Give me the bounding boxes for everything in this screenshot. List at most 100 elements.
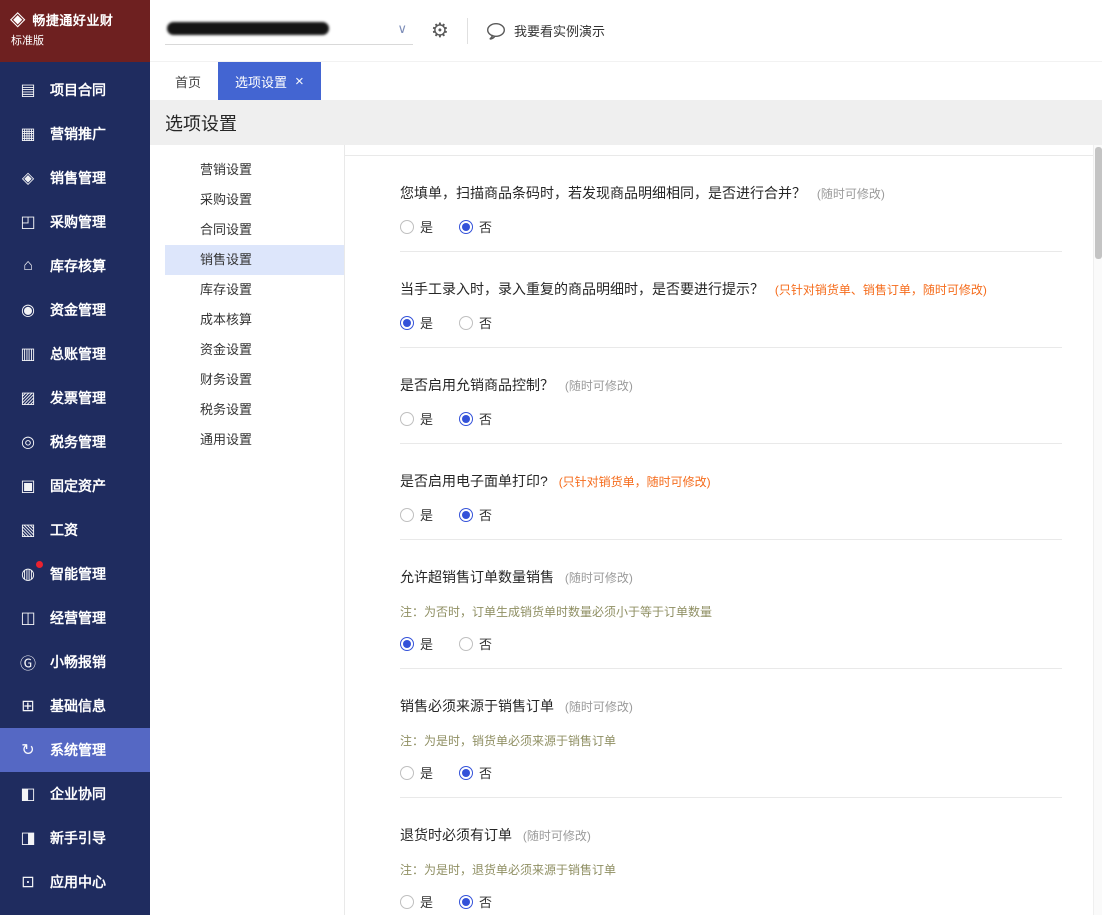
radio-no[interactable]: 否: [459, 634, 492, 653]
sidebar-item-inventory-accounting[interactable]: ⌂ 库存核算: [0, 244, 150, 288]
radio-no-circle[interactable]: [459, 219, 474, 234]
option-radio-group: 是 否: [400, 217, 1062, 236]
sidebar-item-xiaochang-expense[interactable]: Ⓖ 小畅报销: [0, 640, 150, 684]
radio-yes[interactable]: 是: [400, 313, 433, 332]
option-question: 您填单，扫描商品条码时，若发现商品明细相同，是否进行合并？: [400, 185, 806, 201]
settings-nav-item-marketing-settings[interactable]: 营销设置: [165, 155, 344, 185]
radio-yes-circle[interactable]: [400, 894, 414, 909]
option-question: 退货时必须有订单: [400, 827, 512, 843]
settings-nav-item-fund-settings[interactable]: 资金设置: [165, 335, 344, 365]
settings-nav-item-inventory-settings[interactable]: 库存设置: [165, 275, 344, 305]
sidebar-item-tax-management[interactable]: ◎ 税务管理: [0, 420, 150, 464]
option-hint: (只针对销货单，随时可修改): [558, 475, 711, 489]
sidebar-item-project-contract[interactable]: ▤ 项目合同: [0, 68, 150, 112]
tab-home[interactable]: 首页: [158, 62, 218, 100]
radio-yes-circle[interactable]: [400, 315, 414, 330]
sidebar-item-system-management[interactable]: ↻ 系统管理: [0, 728, 150, 772]
radio-yes[interactable]: 是: [400, 505, 433, 524]
sidebar-item-app-center[interactable]: ⊡ 应用中心: [0, 860, 150, 904]
sidebar-item-payroll[interactable]: ▧ 工资: [0, 508, 150, 552]
main-area: ∨ ⚙ 我要看实例演示 首页 选项设置 × 选项设置 营销设置 采购设置 合同设…: [150, 0, 1102, 915]
sidebar-item-sales-management[interactable]: ◈ 销售管理: [0, 156, 150, 200]
sidebar-item-icon: ◫: [20, 610, 36, 627]
gear-icon[interactable]: ⚙: [431, 21, 449, 41]
settings-nav-item-tax-settings[interactable]: 税务设置: [165, 395, 344, 425]
radio-no[interactable]: 否: [459, 763, 492, 782]
page-title: 选项设置: [165, 113, 237, 134]
sidebar-item-label: 总账管理: [50, 346, 106, 362]
settings-nav-item-finance-settings[interactable]: 财务设置: [165, 365, 344, 395]
radio-yes-circle[interactable]: [400, 636, 414, 651]
app-title: 畅捷通好业财: [32, 12, 114, 28]
radio-yes[interactable]: 是: [400, 409, 433, 428]
sidebar-item-enterprise-collaboration[interactable]: ◧ 企业协同: [0, 772, 150, 816]
radio-yes[interactable]: 是: [400, 217, 433, 236]
radio-no-label: 否: [479, 637, 493, 652]
sidebar-item-label: 税务管理: [50, 434, 106, 450]
option-question-line: 是否启用允销商品控制？ (随时可修改): [400, 375, 1062, 396]
radio-yes-circle[interactable]: [400, 219, 414, 234]
scrollbar[interactable]: [1093, 145, 1102, 915]
sidebar-item-smart-management[interactable]: ◍ 智能管理: [0, 552, 150, 596]
option-question-line: 销售必须来源于销售订单 (随时可修改): [400, 696, 1062, 717]
sidebar-item-invoice-management[interactable]: ▨ 发票管理: [0, 376, 150, 420]
setting-option-duplicate-entry-prompt: 当手工录入时，录入重复的商品明细时，是否要进行提示？ (只针对销货单、销售订单，…: [400, 252, 1062, 348]
logo-icon: ◈: [10, 8, 26, 30]
radio-yes[interactable]: 是: [400, 892, 433, 911]
company-selector[interactable]: ∨: [165, 16, 413, 45]
radio-yes-circle[interactable]: [400, 507, 414, 522]
demo-link[interactable]: 我要看实例演示: [486, 21, 605, 40]
settings-nav-item-cost-accounting[interactable]: 成本核算: [165, 305, 344, 335]
sidebar-item-icon: ◎: [21, 434, 35, 451]
sidebar-menu: ▤ 项目合同 ▦ 营销推广 ◈ 销售管理 ◰ 采购管理 ⌂ 库存核算 ◉ 资金管…: [0, 62, 150, 915]
radio-no[interactable]: 否: [459, 217, 492, 236]
radio-no-circle[interactable]: [459, 411, 474, 426]
sidebar-item-label: 经营管理: [50, 610, 106, 626]
radio-no-circle[interactable]: [459, 315, 474, 330]
sidebar-item-marketing-promotion[interactable]: ▦ 营销推广: [0, 112, 150, 156]
setting-option-e-waybill-print: 是否启用电子面单打印? (只针对销货单，随时可修改) 是 否: [400, 444, 1062, 540]
sidebar-item-general-ledger[interactable]: ▥ 总账管理: [0, 332, 150, 376]
radio-no[interactable]: 否: [459, 313, 492, 332]
sidebar-item-newbie-guide[interactable]: ◨ 新手引导: [0, 816, 150, 860]
radio-no[interactable]: 否: [459, 505, 492, 524]
close-icon[interactable]: ×: [295, 74, 304, 89]
sidebar-item-purchase-management[interactable]: ◰ 采购管理: [0, 200, 150, 244]
option-hint: (随时可修改): [522, 829, 591, 843]
option-question: 允许超销售订单数量销售: [400, 569, 554, 585]
settings-nav-item-purchase-settings[interactable]: 采购设置: [165, 185, 344, 215]
speech-bubble-icon: [486, 22, 505, 40]
setting-option-merge-duplicate-barcode: 您填单，扫描商品条码时，若发现商品明细相同，是否进行合并？ (随时可修改) 是 …: [400, 156, 1062, 252]
option-hint: (只针对销货单、销售订单，随时可修改): [774, 283, 987, 297]
scrollbar-thumb[interactable]: [1094, 147, 1102, 259]
radio-yes-circle[interactable]: [400, 765, 414, 780]
option-hint: (随时可修改): [564, 700, 633, 714]
radio-yes[interactable]: 是: [400, 763, 433, 782]
page-title-bar: 选项设置: [150, 100, 1102, 145]
radio-no-circle[interactable]: [459, 894, 474, 909]
radio-yes-circle[interactable]: [400, 411, 414, 426]
radio-yes-label: 是: [420, 637, 434, 652]
radio-no-circle[interactable]: [459, 636, 474, 651]
sidebar: ◈ 畅捷通好业财 标准版 ▤ 项目合同 ▦ 营销推广 ◈ 销售管理 ◰ 采购管理…: [0, 0, 150, 915]
settings-nav-item-general-settings[interactable]: 通用设置: [165, 425, 344, 455]
sidebar-item-business-management[interactable]: ◫ 经营管理: [0, 596, 150, 640]
tab-option-settings[interactable]: 选项设置 ×: [218, 62, 321, 100]
radio-no-label: 否: [479, 895, 493, 910]
sidebar-item-fund-management[interactable]: ◉ 资金管理: [0, 288, 150, 332]
setting-option-oversell-order-quantity: 允许超销售订单数量销售 (随时可修改) 注：为否时，订单生成销货单时数量必须小于…: [400, 540, 1062, 669]
radio-no[interactable]: 否: [459, 409, 492, 428]
option-hint: (随时可修改): [564, 379, 633, 393]
settings-nav-item-contract-settings[interactable]: 合同设置: [165, 215, 344, 245]
app-edition: 标准版: [11, 35, 44, 47]
sidebar-item-label: 项目合同: [50, 82, 106, 98]
radio-yes[interactable]: 是: [400, 634, 433, 653]
radio-no-circle[interactable]: [459, 765, 474, 780]
radio-no-circle[interactable]: [459, 507, 474, 522]
tab-home-label: 首页: [175, 74, 202, 90]
sidebar-item-basic-information[interactable]: ⊞ 基础信息: [0, 684, 150, 728]
settings-nav-item-sales-settings[interactable]: 销售设置: [165, 245, 344, 275]
content-area: 营销设置 采购设置 合同设置 销售设置 库存设置 成本核算 资金设置 财务设置 …: [150, 145, 1102, 915]
sidebar-item-fixed-assets[interactable]: ▣ 固定资产: [0, 464, 150, 508]
radio-no[interactable]: 否: [459, 892, 492, 911]
